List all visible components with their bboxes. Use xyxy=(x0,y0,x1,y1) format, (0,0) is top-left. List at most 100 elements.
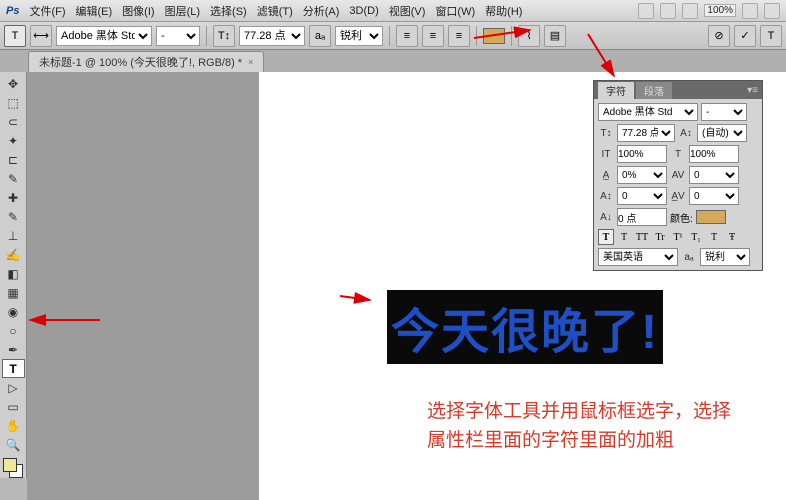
tab-paragraph[interactable]: 段落 xyxy=(636,82,672,99)
tool-hand[interactable]: ✋ xyxy=(2,416,25,435)
align-left-button[interactable]: ≡ xyxy=(396,25,418,47)
tool-eyedrop[interactable]: ✎ xyxy=(2,169,25,188)
extras-icon-2[interactable] xyxy=(764,3,780,19)
style-7[interactable]: Ŧ xyxy=(724,229,740,245)
separator xyxy=(476,26,477,46)
text-color-swatch[interactable] xyxy=(483,28,505,44)
tool-gradient[interactable]: ▦ xyxy=(2,283,25,302)
menu-edit[interactable]: 编辑(E) xyxy=(76,3,113,19)
tool-eraser[interactable]: ◧ xyxy=(2,264,25,283)
align-center-button[interactable]: ≡ xyxy=(422,25,444,47)
tool-move[interactable]: ✥ xyxy=(2,74,25,93)
separator xyxy=(206,26,207,46)
vscale-icon: IT xyxy=(598,146,614,162)
menu-select[interactable]: 选择(S) xyxy=(210,3,247,19)
panel-hscale[interactable] xyxy=(689,145,739,163)
panel-vscale[interactable] xyxy=(617,145,667,163)
selected-text-layer[interactable]: 今天很晚了! xyxy=(387,290,663,364)
character-panel[interactable]: 字符 段落 ▾≡ Adobe 黑体 Std - T↕ 77.28 点 A↕ (自… xyxy=(593,80,763,271)
document-tab-bar: 未标题-1 @ 100% (今天很晚了!, RGB/8) * × xyxy=(0,50,786,72)
style-6[interactable]: T xyxy=(706,229,722,245)
style-0[interactable]: T xyxy=(598,229,614,245)
tool-shape[interactable]: ▭ xyxy=(2,397,25,416)
menu-right: 100% xyxy=(638,3,780,19)
tool-heal[interactable]: ✚ xyxy=(2,188,25,207)
cancel-button[interactable]: ⊘ xyxy=(708,25,730,47)
threeD-text-button[interactable]: T xyxy=(760,25,782,47)
menu-window[interactable]: 窗口(W) xyxy=(435,3,475,19)
panel-kern2[interactable]: 0 xyxy=(689,187,739,205)
tool-history[interactable]: ✍ xyxy=(2,245,25,264)
text-orientation-button[interactable]: ⟷ xyxy=(30,25,52,47)
panel-aa[interactable]: 锐利 xyxy=(700,248,750,266)
tool-zoom[interactable]: 🔍 xyxy=(2,435,25,454)
tab-character[interactable]: 字符 xyxy=(598,82,634,99)
app-logo: Ps xyxy=(6,5,19,17)
hscale-icon: T xyxy=(670,146,686,162)
font-size-icon: T↕ xyxy=(213,25,235,47)
separator xyxy=(389,26,390,46)
antialias-select[interactable]: 锐利 xyxy=(335,26,383,46)
tool-brush[interactable]: ✎ xyxy=(2,207,25,226)
panel-body: Adobe 黑体 Std - T↕ 77.28 点 A↕ (自动) IT T A… xyxy=(594,99,762,270)
menu-file[interactable]: 文件(F) xyxy=(29,3,65,19)
color-label: 颜色: xyxy=(670,210,693,225)
commit-button[interactable]: ✓ xyxy=(734,25,756,47)
leading-icon: A↕ xyxy=(678,125,694,141)
tool-type[interactable]: T xyxy=(2,359,25,378)
instruction-line-2: 属性栏里面的字符里面的加粗 xyxy=(427,427,731,456)
panel-kerning[interactable]: 0 xyxy=(689,166,739,184)
panel-size[interactable]: 77.28 点 xyxy=(617,124,675,142)
style-3[interactable]: Tr xyxy=(652,229,668,245)
menu-help[interactable]: 帮助(H) xyxy=(485,3,522,19)
layout-icon[interactable] xyxy=(638,3,654,19)
warp-text-button[interactable]: ⌇ xyxy=(518,25,540,47)
panel-language[interactable]: 美国英语 xyxy=(598,248,678,266)
tool-stamp[interactable]: ⊥ xyxy=(2,226,25,245)
tool-path[interactable]: ▷ xyxy=(2,378,25,397)
style-5[interactable]: T₁ xyxy=(688,229,704,245)
align-right-button[interactable]: ≡ xyxy=(448,25,470,47)
menu-filter[interactable]: 滤镜(T) xyxy=(257,3,293,19)
menu-bar: Ps 文件(F) 编辑(E) 图像(I) 图层(L) 选择(S) 滤镜(T) 分… xyxy=(0,0,786,22)
font-size-select[interactable]: 77.28 点 xyxy=(239,26,305,46)
style-2[interactable]: TT xyxy=(634,229,650,245)
panel-leading[interactable]: (自动) xyxy=(697,124,747,142)
instruction-line-1: 选择字体工具并用鼠标框选字，选择 xyxy=(427,398,731,427)
options-bar: T ⟷ Adobe 黑体 Std - T↕ 77.28 点 aₐ 锐利 ≡ ≡ … xyxy=(0,22,786,50)
menu-analysis[interactable]: 分析(A) xyxy=(303,3,340,19)
baseline-shift-icon: A↕ xyxy=(598,188,614,204)
document-tab[interactable]: 未标题-1 @ 100% (今天很晚了!, RGB/8) * × xyxy=(28,51,264,72)
panel-header[interactable]: 字符 段落 ▾≡ xyxy=(594,81,762,99)
panel-baseline[interactable]: 0 xyxy=(617,187,667,205)
layout-icon-2[interactable] xyxy=(660,3,676,19)
close-tab-icon[interactable]: × xyxy=(248,57,253,67)
panel-menu-icon[interactable]: ▾≡ xyxy=(747,85,758,96)
panel-tracking[interactable]: 0% xyxy=(617,166,667,184)
tool-lasso[interactable]: ⊂ xyxy=(2,112,25,131)
tool-crop[interactable]: ⊏ xyxy=(2,150,25,169)
zoom-display[interactable]: 100% xyxy=(704,4,736,17)
tool-blur[interactable]: ◉ xyxy=(2,302,25,321)
panel-font-style[interactable]: - xyxy=(701,103,747,121)
extras-icon[interactable] xyxy=(742,3,758,19)
character-panel-button[interactable]: ▤ xyxy=(544,25,566,47)
menu-3d[interactable]: 3D(D) xyxy=(349,5,378,17)
tool-wand[interactable]: ✦ xyxy=(2,131,25,150)
layout-icon-3[interactable] xyxy=(682,3,698,19)
tool-pen[interactable]: ✒ xyxy=(2,340,25,359)
color-swatches[interactable] xyxy=(3,458,23,478)
style-4[interactable]: T¹ xyxy=(670,229,686,245)
panel-color-swatch[interactable] xyxy=(696,210,726,224)
font-family-select[interactable]: Adobe 黑体 Std xyxy=(56,26,152,46)
tool-preset-button[interactable]: T xyxy=(4,25,26,47)
menu-view[interactable]: 视图(V) xyxy=(389,3,426,19)
menu-layer[interactable]: 图层(L) xyxy=(165,3,200,19)
menu-image[interactable]: 图像(I) xyxy=(122,3,154,19)
panel-font-family[interactable]: Adobe 黑体 Std xyxy=(598,103,698,121)
tool-marquee[interactable]: ⬚ xyxy=(2,93,25,112)
panel-ai[interactable] xyxy=(617,208,667,226)
style-1[interactable]: T xyxy=(616,229,632,245)
font-style-select[interactable]: - xyxy=(156,26,200,46)
tool-dodge[interactable]: ○ xyxy=(2,321,25,340)
